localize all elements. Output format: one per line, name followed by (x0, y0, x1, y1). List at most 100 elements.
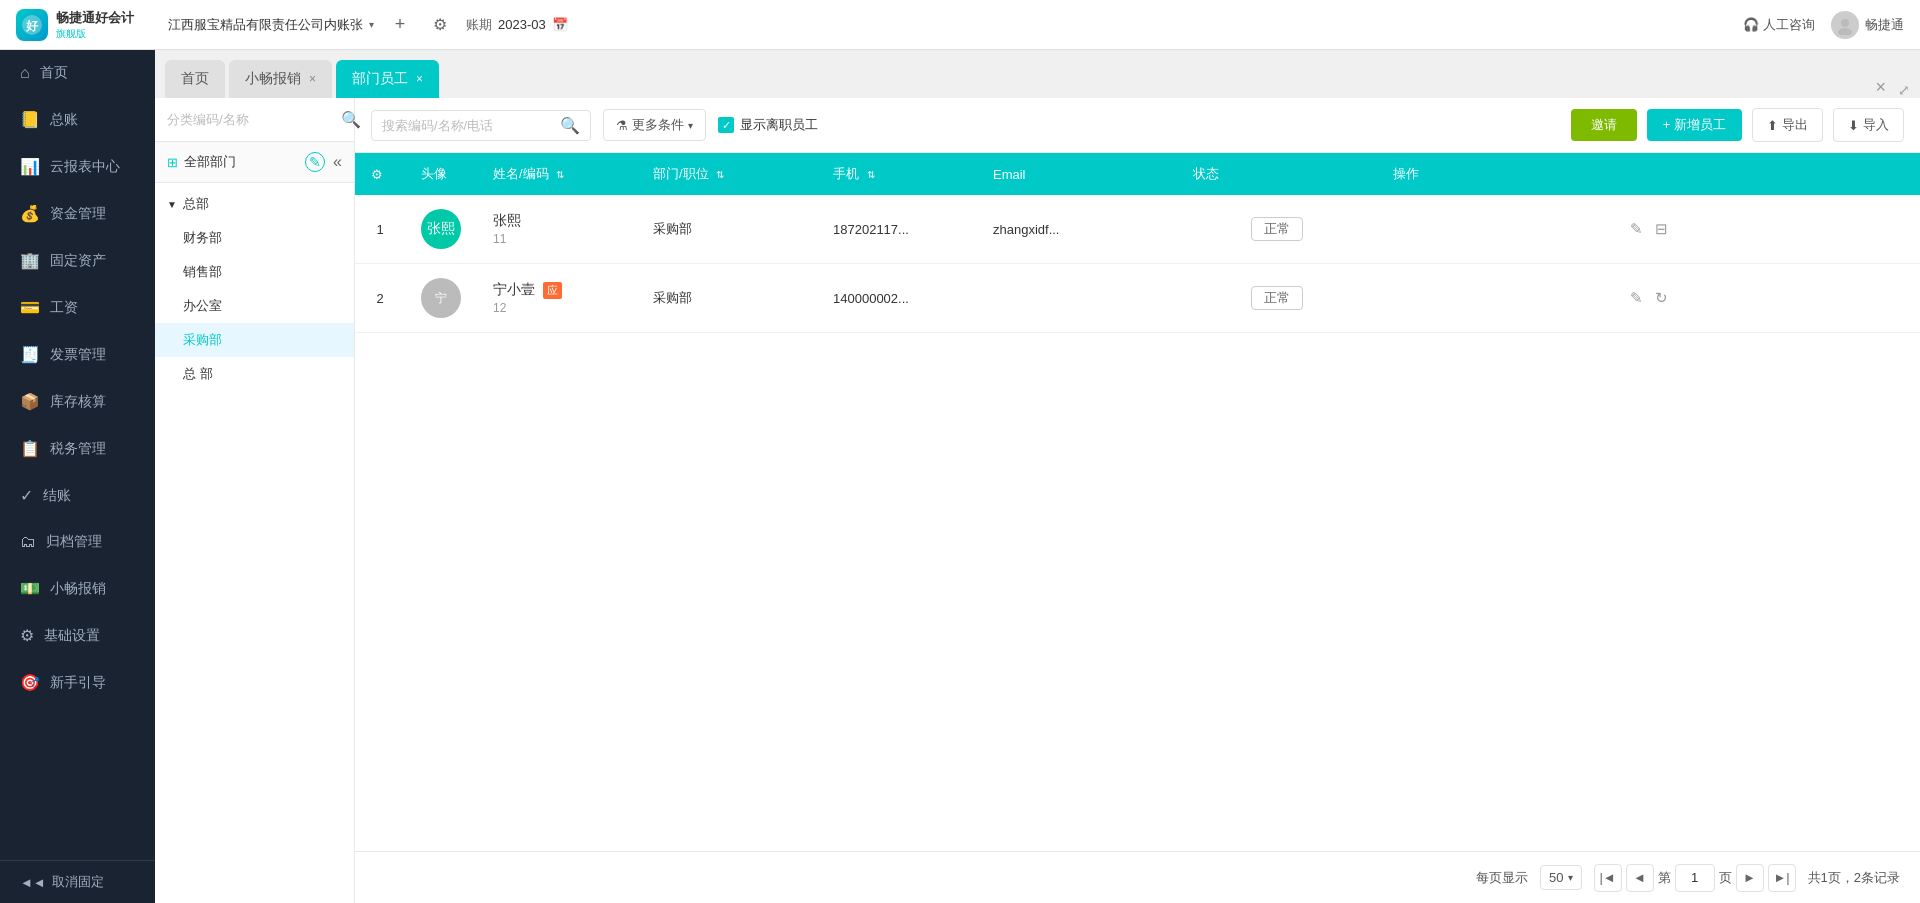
dept-item-purchase[interactable]: 采购部 (155, 323, 354, 357)
dept-item-general[interactable]: 总 部 (155, 357, 354, 391)
sidebar-item-home[interactable]: ⌂ 首页 (0, 50, 155, 96)
prev-page-button[interactable]: ◄ (1626, 864, 1654, 892)
tax-icon: 📋 (20, 439, 40, 458)
row-2-dept: 采购部 (637, 264, 817, 333)
settings-icon[interactable]: ⚙ (426, 11, 454, 39)
per-page-label: 每页显示 (1476, 869, 1528, 887)
col-dept-header[interactable]: 部门/职位 ⇅ (637, 153, 817, 195)
dept-search-input[interactable] (167, 112, 335, 127)
import-icon: ⬇ (1848, 118, 1859, 133)
filter-label: 更多条件 (632, 116, 684, 134)
col-status-header: 状态 (1177, 153, 1377, 195)
sidebar-item-inventory[interactable]: 📦 库存核算 (0, 378, 155, 425)
row-1-edit-icon[interactable]: ✎ (1630, 220, 1643, 238)
tab-home[interactable]: 首页 (165, 60, 225, 98)
app-sub: 旗舰版 (56, 27, 134, 41)
expand-panel-icon[interactable]: ⤢ (1898, 82, 1910, 98)
col-phone-header[interactable]: 手机 ⇅ (817, 153, 977, 195)
tab-expense-close[interactable]: × (309, 72, 316, 86)
show-resigned-checkbox: ✓ (718, 117, 734, 133)
last-page-button[interactable]: ►| (1768, 864, 1796, 892)
add-button[interactable]: + (386, 11, 414, 39)
row-2-tag: 应 (543, 282, 562, 299)
filter-arrow: ▾ (688, 120, 693, 131)
sidebar-label-inventory: 库存核算 (50, 393, 106, 411)
sidebar-item-assets[interactable]: 🏢 固定资产 (0, 237, 155, 284)
dept-label-purchase: 采购部 (183, 331, 222, 349)
svg-point-2 (1841, 19, 1849, 27)
row-2-edit-icon[interactable]: ✎ (1630, 289, 1643, 307)
table-row: 1 张熙 张熙 11 (355, 195, 1920, 264)
calendar-icon[interactable]: 📅 (552, 17, 568, 32)
first-page-button[interactable]: |◄ (1594, 864, 1622, 892)
headset-icon: 🎧 (1743, 17, 1759, 32)
sidebar-label-invoice: 发票管理 (50, 346, 106, 364)
per-page-arrow: ▾ (1568, 872, 1573, 883)
svg-point-3 (1838, 28, 1852, 35)
sidebar-label-assets: 固定资产 (50, 252, 106, 270)
sidebar-item-ledger[interactable]: 📒 总账 (0, 96, 155, 143)
sidebar-label-checkout: 结账 (43, 487, 71, 505)
dept-label-office: 办公室 (183, 297, 222, 315)
tab-employee-close[interactable]: × (416, 72, 423, 86)
page-number-input[interactable] (1675, 864, 1715, 892)
dept-item-sales[interactable]: 销售部 (155, 255, 354, 289)
assets-icon: 🏢 (20, 251, 40, 270)
sidebar-item-tax[interactable]: 📋 税务管理 (0, 425, 155, 472)
guide-icon: 🎯 (20, 673, 40, 692)
close-panel-button[interactable]: × (1875, 77, 1886, 98)
emp-search-input[interactable] (382, 118, 554, 133)
cancel-pin-button[interactable]: ◄◄ 取消固定 (0, 860, 155, 903)
support-button[interactable]: 🎧 人工咨询 (1743, 16, 1815, 34)
emp-search-box: 🔍 (371, 110, 591, 141)
export-button[interactable]: ⬆ 导出 (1752, 108, 1823, 142)
row-2-status-cell: 正常 (1177, 264, 1377, 333)
row-1-status: 正常 (1251, 217, 1303, 241)
home-icon: ⌂ (20, 64, 30, 82)
sidebar-item-salary[interactable]: 💳 工资 (0, 284, 155, 331)
sidebar-item-settings[interactable]: ⚙ 基础设置 (0, 612, 155, 659)
row-1-avatar-cell: 张熙 (405, 195, 477, 264)
dept-sidebar: 🔍 ⊞ 全部部门 ✎ « ▼ (155, 98, 355, 903)
dept-item-finance[interactable]: 财务部 (155, 221, 354, 255)
sidebar-item-finance[interactable]: 💰 资金管理 (0, 190, 155, 237)
sidebar-item-invoice[interactable]: 🧾 发票管理 (0, 331, 155, 378)
company-dropdown-icon: ▾ (369, 19, 374, 30)
per-page-select[interactable]: 50 ▾ (1540, 865, 1581, 890)
tab-expense[interactable]: 小畅报销 × (229, 60, 332, 98)
filter-button[interactable]: ⚗ 更多条件 ▾ (603, 109, 706, 141)
sidebar-item-checkout[interactable]: ✓ 结账 (0, 472, 155, 519)
row-2-avatar: 宁 (421, 278, 461, 318)
tab-employee[interactable]: 部门员工 × (336, 60, 439, 98)
export-label: 导出 (1782, 116, 1808, 134)
dept-collapse-icon[interactable]: « (333, 153, 342, 171)
sidebar-label-settings: 基础设置 (44, 627, 100, 645)
add-employee-button[interactable]: + 新增员工 (1647, 109, 1742, 141)
user-avatar (1831, 11, 1859, 39)
tab-home-label: 首页 (181, 70, 209, 88)
show-resigned-toggle[interactable]: ✓ 显示离职员工 (718, 116, 818, 134)
import-button[interactable]: ⬇ 导入 (1833, 108, 1904, 142)
period-label: 账期 (466, 16, 492, 34)
sidebar-item-report[interactable]: 📊 云报表中心 (0, 143, 155, 190)
user-area[interactable]: 畅捷通 (1831, 11, 1904, 39)
dept-header: ⊞ 全部部门 ✎ « (155, 142, 354, 183)
company-selector[interactable]: 江西服宝精品有限责任公司内账张 ▾ (168, 16, 374, 34)
row-1-logout-icon[interactable]: ⊟ (1655, 220, 1668, 238)
dept-item-root[interactable]: ▼ 总部 (155, 187, 354, 221)
column-settings-icon[interactable]: ⚙ (371, 167, 383, 182)
sidebar-item-xiaochange[interactable]: 💵 小畅报销 (0, 565, 155, 612)
row-2-avatar-cell: 宁 (405, 264, 477, 333)
emp-search-icon[interactable]: 🔍 (560, 116, 580, 135)
row-2-name: 宁小壹 应 (493, 281, 621, 299)
row-2-refresh-icon[interactable]: ↻ (1655, 289, 1668, 307)
row-1-phone: 187202117... (817, 195, 977, 264)
sidebar-item-archive[interactable]: 🗂 归档管理 (0, 519, 155, 565)
col-name-header[interactable]: 姓名/编码 ⇅ (477, 153, 637, 195)
invite-button[interactable]: 邀请 (1571, 109, 1637, 141)
dept-item-office[interactable]: 办公室 (155, 289, 354, 323)
sidebar-item-guide[interactable]: 🎯 新手引导 (0, 659, 155, 706)
top-bar-actions: 🎧 人工咨询 畅捷通 (1743, 11, 1904, 39)
next-page-button[interactable]: ► (1736, 864, 1764, 892)
dept-edit-icon[interactable]: ✎ (305, 152, 325, 172)
